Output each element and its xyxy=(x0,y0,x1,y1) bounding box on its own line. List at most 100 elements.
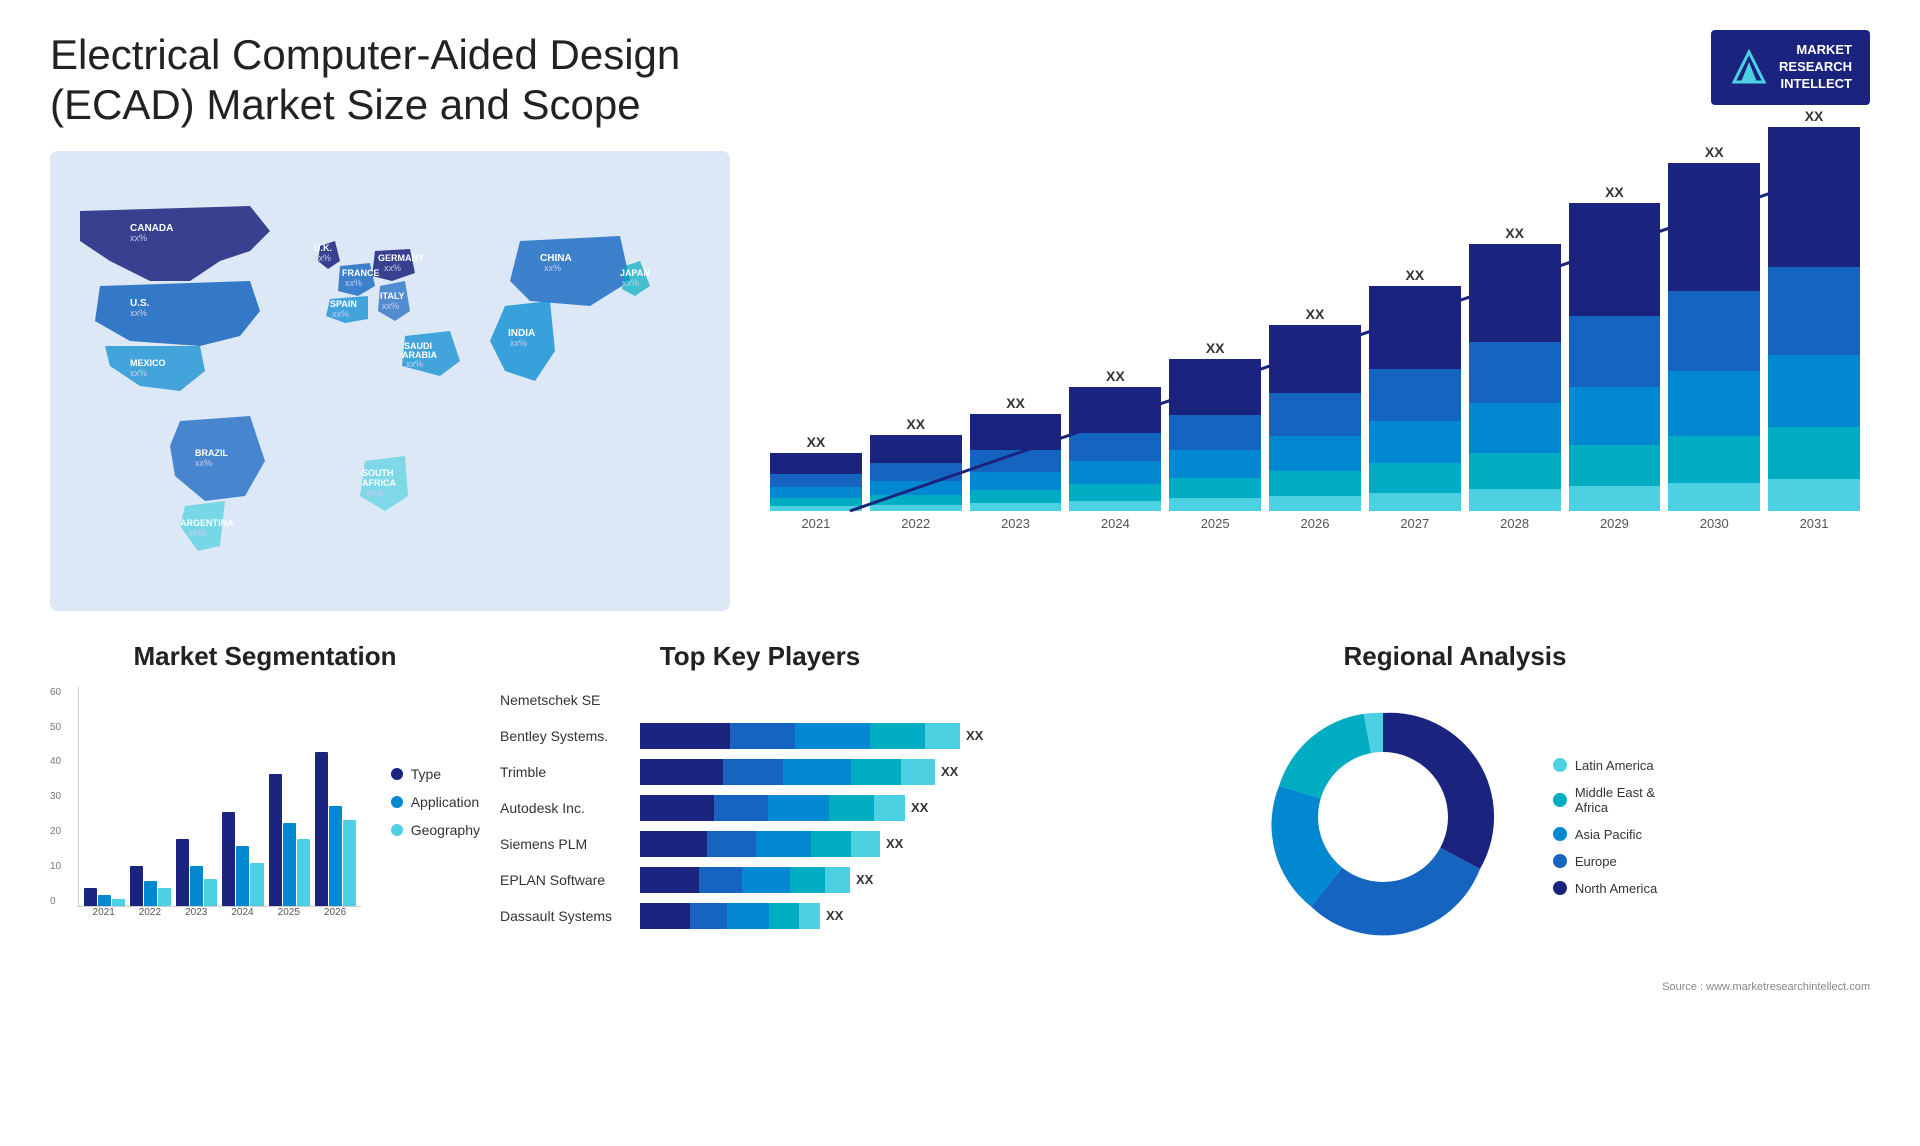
legend-label-geography: Geography xyxy=(411,822,480,838)
regional-legend: Latin America Middle East &Africa Asia P… xyxy=(1553,758,1657,896)
bar-chart-rows: XX 2021 XX xyxy=(770,171,1860,531)
reg-legend-latin: Latin America xyxy=(1553,758,1657,773)
bar-2022: XX 2022 xyxy=(870,416,962,531)
player-row-bentley: Bentley Systems. XX xyxy=(500,723,1020,749)
bar-2027: XX 2027 xyxy=(1369,267,1461,531)
player-bar-autodesk xyxy=(640,795,905,821)
player-name-nemetschek: Nemetschek SE xyxy=(500,692,630,708)
svg-text:xx%: xx% xyxy=(314,253,331,263)
source-text: Source : www.marketresearchintellect.com xyxy=(1662,981,1870,993)
bar-label-2023: XX xyxy=(1006,395,1025,411)
top-section: CANADA xx% U.S. xx% MEXICO xx% BRAZIL xx… xyxy=(50,151,1870,611)
svg-text:U.K.: U.K. xyxy=(314,243,332,253)
svg-text:xx%: xx% xyxy=(195,458,212,468)
reg-label-na: North America xyxy=(1575,881,1657,896)
player-name-bentley: Bentley Systems. xyxy=(500,728,630,744)
svg-text:xx%: xx% xyxy=(188,528,205,538)
player-name-dassault: Dassault Systems xyxy=(500,908,630,924)
player-row-dassault: Dassault Systems XX xyxy=(500,903,1020,929)
bar-2023: XX 2023 xyxy=(970,395,1062,531)
player-bar-trimble xyxy=(640,759,935,785)
svg-text:SPAIN: SPAIN xyxy=(330,299,357,309)
reg-label-mea: Middle East &Africa xyxy=(1575,785,1655,815)
seg-group-2024 xyxy=(222,812,263,906)
svg-text:xx%: xx% xyxy=(622,278,639,288)
reg-dot-mea xyxy=(1553,793,1567,807)
player-name-trimble: Trimble xyxy=(500,764,630,780)
svg-text:xx%: xx% xyxy=(510,338,527,348)
bar-label-2022: XX xyxy=(906,416,925,432)
bar-label-2026: XX xyxy=(1306,306,1325,322)
legend-geography: Geography xyxy=(391,822,480,838)
donut-svg xyxy=(1253,687,1513,947)
player-row-autodesk: Autodesk Inc. XX xyxy=(500,795,1020,821)
header: Electrical Computer-Aided Design (ECAD) … xyxy=(50,30,1870,131)
logo-box: MARKET RESEARCH INTELLECT xyxy=(1711,30,1870,105)
segmentation-section: Market Segmentation 60 50 40 30 20 10 0 xyxy=(50,641,480,1021)
bar-label-2024: XX xyxy=(1106,368,1125,384)
player-bar-siemens xyxy=(640,831,880,857)
seg-group-2022 xyxy=(130,866,171,906)
reg-dot-latin xyxy=(1553,758,1567,772)
bar-2028: XX 2028 xyxy=(1469,225,1561,531)
reg-legend-mea: Middle East &Africa xyxy=(1553,785,1657,815)
year-2025: 2025 xyxy=(1201,516,1230,531)
bar-label-2031: XX xyxy=(1805,108,1824,124)
bar-2026: XX 2026 xyxy=(1269,306,1361,531)
svg-text:AFRICA: AFRICA xyxy=(362,478,396,488)
regional-content: Latin America Middle East &Africa Asia P… xyxy=(1040,687,1870,967)
bar-label-2030: XX xyxy=(1705,144,1724,160)
page-title: Electrical Computer-Aided Design (ECAD) … xyxy=(50,30,750,131)
year-2030: 2030 xyxy=(1700,516,1729,531)
year-2029: 2029 xyxy=(1600,516,1629,531)
legend-application: Application xyxy=(391,794,480,810)
svg-text:JAPAN: JAPAN xyxy=(620,268,650,278)
bar-label-2021: XX xyxy=(807,434,826,450)
key-players-section: Top Key Players Nemetschek SE Bentley Sy… xyxy=(500,641,1020,1021)
map-container: CANADA xx% U.S. xx% MEXICO xx% BRAZIL xx… xyxy=(50,151,730,611)
svg-text:MEXICO: MEXICO xyxy=(130,358,166,368)
legend-dot-type xyxy=(391,768,403,780)
svg-text:xx%: xx% xyxy=(382,301,399,311)
svg-text:xx%: xx% xyxy=(130,233,147,243)
reg-dot-apac xyxy=(1553,827,1567,841)
svg-text:xx%: xx% xyxy=(406,359,423,369)
bar-2029: XX 2029 xyxy=(1569,184,1661,531)
bar-2030: XX 2030 xyxy=(1668,144,1760,531)
player-bar-dassault xyxy=(640,903,820,929)
year-2021: 2021 xyxy=(801,516,830,531)
seg-group-2026 xyxy=(315,752,356,906)
bar-2025: XX 2025 xyxy=(1169,340,1261,531)
svg-text:FRANCE: FRANCE xyxy=(342,268,380,278)
segmentation-title: Market Segmentation xyxy=(50,641,480,672)
reg-legend-apac: Asia Pacific xyxy=(1553,827,1657,842)
player-row-nemetschek: Nemetschek SE xyxy=(500,687,1020,713)
player-list: Nemetschek SE Bentley Systems. xyxy=(500,687,1020,929)
player-name-siemens: Siemens PLM xyxy=(500,836,630,852)
player-row-eplan: EPLAN Software XX xyxy=(500,867,1020,893)
legend-dot-geography xyxy=(391,824,403,836)
svg-text:ITALY: ITALY xyxy=(380,291,405,301)
reg-legend-europe: Europe xyxy=(1553,854,1657,869)
bar-label-2027: XX xyxy=(1405,267,1424,283)
svg-text:xx%: xx% xyxy=(366,488,383,498)
year-2031: 2031 xyxy=(1800,516,1829,531)
seg-group-2025 xyxy=(269,774,310,906)
year-2026: 2026 xyxy=(1301,516,1330,531)
logo-text: MARKET RESEARCH INTELLECT xyxy=(1779,42,1852,93)
legend-dot-application xyxy=(391,796,403,808)
svg-text:xx%: xx% xyxy=(130,368,147,378)
svg-text:xx%: xx% xyxy=(345,278,362,288)
reg-label-latin: Latin America xyxy=(1575,758,1654,773)
svg-text:BRAZIL: BRAZIL xyxy=(195,448,228,458)
seg-group-2023 xyxy=(176,839,217,906)
bar-label-2029: XX xyxy=(1605,184,1624,200)
reg-dot-na xyxy=(1553,881,1567,895)
reg-legend-na: North America xyxy=(1553,881,1657,896)
key-players-title: Top Key Players xyxy=(500,641,1020,672)
regional-section: Regional Analysis xyxy=(1040,641,1870,1021)
year-2024: 2024 xyxy=(1101,516,1130,531)
svg-text:xx%: xx% xyxy=(544,263,561,273)
reg-label-europe: Europe xyxy=(1575,854,1617,869)
legend-label-type: Type xyxy=(411,766,441,782)
